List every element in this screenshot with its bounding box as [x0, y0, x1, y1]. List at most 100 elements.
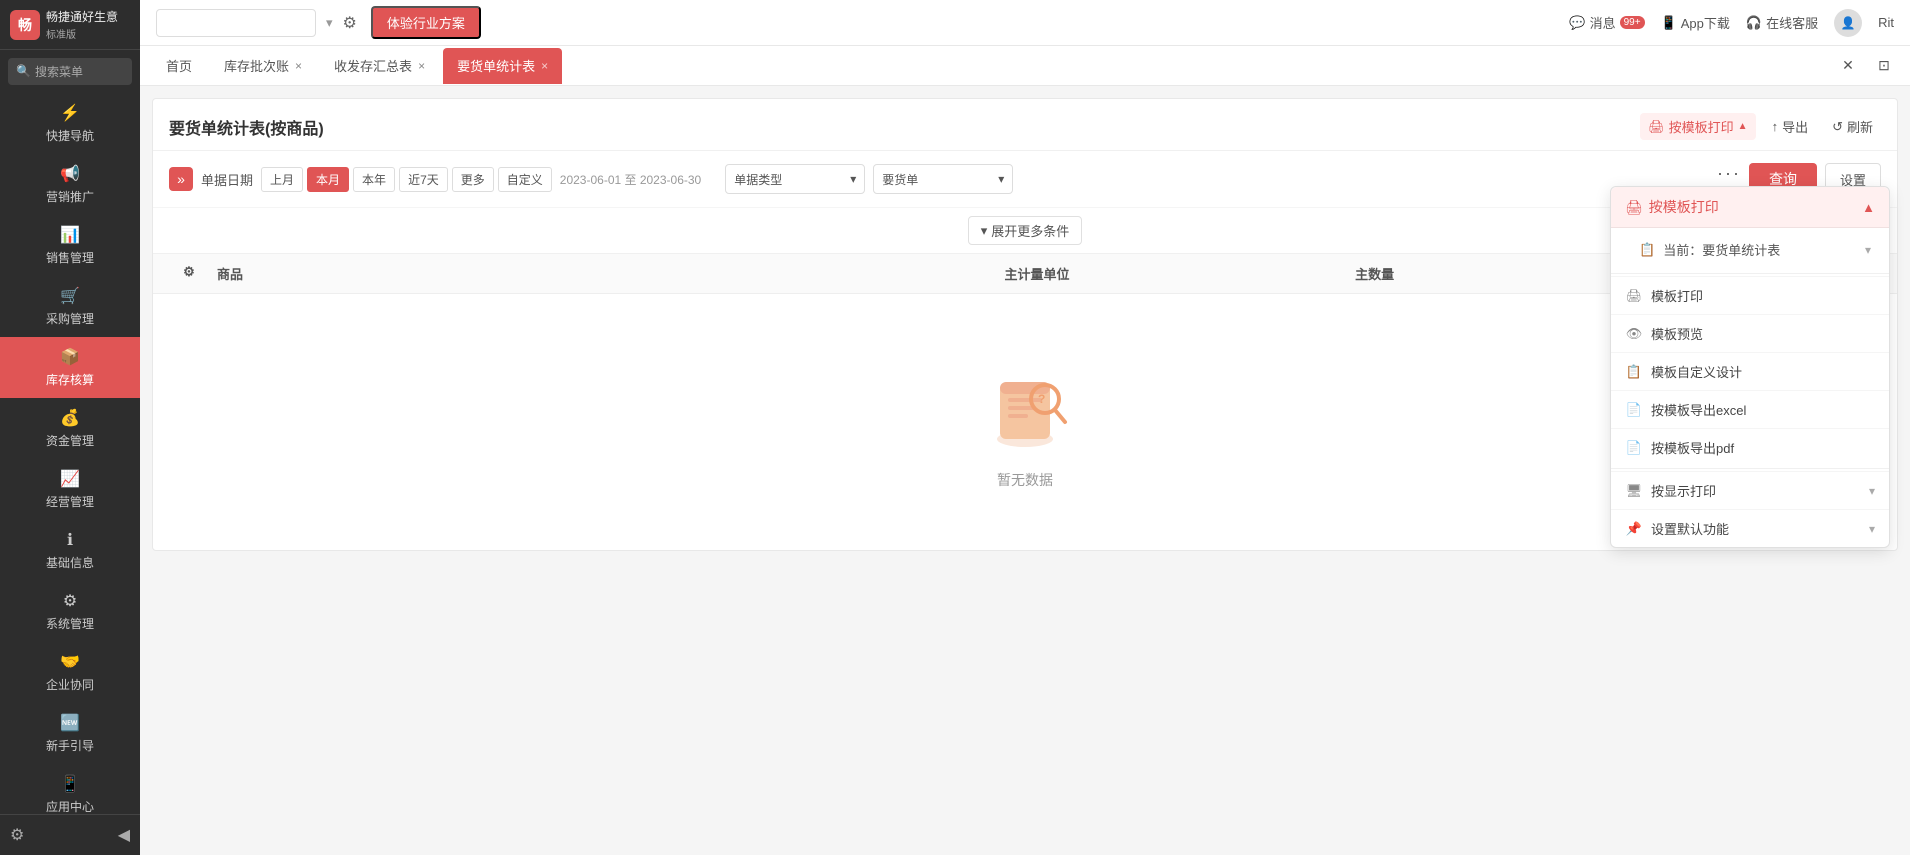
date-btn-this-year[interactable]: 本年	[353, 167, 395, 192]
export-excel-item-label: 按模板导出excel	[1651, 400, 1746, 419]
tab-home-label: 首页	[166, 56, 192, 75]
refresh-icon: ↺	[1832, 119, 1843, 135]
sidebar-item-quick-nav[interactable]: ⚡ 快捷导航	[0, 93, 140, 154]
refresh-btn[interactable]: ↺ 刷新	[1824, 113, 1881, 140]
marketing-icon: 📢	[60, 164, 80, 184]
print-template-btn[interactable]: 🖨 按模板打印 ▲	[1640, 113, 1755, 140]
sidebar-item-cooperation[interactable]: 🤝 企业协同	[0, 642, 140, 703]
empty-illustration: ?	[975, 354, 1075, 454]
sidebar-item-basic[interactable]: ℹ 基础信息	[0, 520, 140, 581]
sidebar-item-purchase[interactable]: 🛒 采购管理	[0, 276, 140, 337]
sidebar-item-finance[interactable]: 💰 资金管理	[0, 398, 140, 459]
search-menu[interactable]: 🔍 搜索菜单	[8, 58, 132, 85]
export-pdf-item[interactable]: 📄 按模板导出pdf	[1611, 428, 1889, 466]
tab-order-stat-label: 要货单统计表	[457, 56, 535, 75]
topbar-chevron-icon[interactable]: ▾	[326, 15, 333, 31]
search-menu-label: 搜索菜单	[35, 63, 83, 80]
trial-industry-btn[interactable]: 体验行业方案	[371, 6, 481, 39]
order-item-chevron-icon: ▾	[998, 172, 1004, 186]
th-quantity: 主数量	[1206, 254, 1544, 293]
date-btn-last-month[interactable]: 上月	[261, 167, 303, 192]
display-print-item-left: 🖥 按显示打印	[1625, 481, 1716, 500]
pdf-icon: 📄	[1625, 440, 1643, 456]
maximize-btn[interactable]: ⊡	[1870, 52, 1898, 80]
custom-design-item[interactable]: 📋 模板自定义设计	[1611, 352, 1889, 390]
sidebar-item-system[interactable]: ⚙ 系统管理	[0, 581, 140, 642]
date-btn-current-month[interactable]: 本月	[307, 167, 349, 192]
main-content: ▾ ⚙ 体验行业方案 💬 消息 99+ 📱 App下载 🎧 在线客服 👤 Rit	[140, 0, 1910, 855]
set-default-chevron: ▾	[1869, 522, 1875, 536]
user-avatar[interactable]: 👤	[1834, 9, 1862, 37]
online-service-btn[interactable]: 🎧 在线客服	[1746, 13, 1818, 32]
tab-order-stat[interactable]: 要货单统计表 ×	[443, 48, 562, 84]
sidebar-item-marketing[interactable]: 📢 营销推广	[0, 154, 140, 215]
tab-receivable-summary-label: 收发存汇总表	[334, 56, 412, 75]
print-dropdown-current-section: 📋 当前：要货单统计表 ▾	[1611, 228, 1889, 271]
print-dropdown-chevron-up: ▲	[1862, 200, 1875, 215]
messages-btn[interactable]: 💬 消息 99+	[1569, 13, 1644, 32]
set-default-item[interactable]: 📌 设置默认功能 ▾	[1611, 509, 1889, 547]
collapse-sidebar-btn[interactable]: ◀	[118, 825, 130, 845]
messages-label: 消息	[1590, 13, 1616, 32]
basic-icon: ℹ	[67, 530, 73, 550]
guide-icon: 🆕	[60, 713, 80, 733]
tab-inventory-batch-close[interactable]: ×	[295, 59, 302, 73]
topbar: ▾ ⚙ 体验行业方案 💬 消息 99+ 📱 App下载 🎧 在线客服 👤 Rit	[140, 0, 1910, 46]
print-header-icon: 🖨	[1625, 199, 1643, 216]
export-excel-item[interactable]: 📄 按模板导出excel	[1611, 390, 1889, 428]
print-dropdown-header[interactable]: 🖨 按模板打印 ▲	[1611, 187, 1889, 228]
display-print-chevron: ▾	[1869, 484, 1875, 498]
filter-expand-btn[interactable]: »	[169, 167, 193, 191]
close-all-tabs-btn[interactable]: ✕	[1834, 52, 1862, 80]
app-download-btn[interactable]: 📱 App下载	[1661, 13, 1730, 32]
sidebar-item-label-operation: 经营管理	[46, 493, 94, 510]
excel-icon: 📄	[1625, 402, 1643, 418]
current-template-chevron: ▾	[1865, 243, 1871, 257]
print-current-template[interactable]: 📋 当前：要货单统计表 ▾	[1611, 232, 1889, 267]
topbar-search-input[interactable]	[156, 9, 316, 37]
tab-home[interactable]: 首页	[152, 48, 206, 84]
sidebar-item-guide[interactable]: 🆕 新手引导	[0, 703, 140, 764]
tab-receivable-summary-close[interactable]: ×	[418, 59, 425, 73]
doc-type-select[interactable]: 单据类型 ▾	[725, 164, 865, 194]
sidebar-item-label-sales: 销售管理	[46, 249, 94, 266]
topbar-right: 💬 消息 99+ 📱 App下载 🎧 在线客服 👤 Rit	[1569, 9, 1894, 37]
expand-more-btn[interactable]: ▾ 展开更多条件	[968, 216, 1083, 245]
date-btn-more[interactable]: 更多	[452, 167, 494, 192]
order-item-select[interactable]: 要货单 ▾	[873, 164, 1013, 194]
th-unit: 主计量单位	[868, 254, 1206, 293]
tab-order-stat-close[interactable]: ×	[541, 59, 548, 73]
set-default-icon: 📌	[1625, 521, 1643, 537]
doc-type-label: 单据类型	[734, 171, 782, 188]
app-name: 畅捷通好生意	[46, 10, 118, 26]
settings-footer-btn[interactable]: ⚙	[10, 825, 24, 845]
date-btn-7days[interactable]: 近7天	[399, 167, 448, 192]
topbar-settings-icon[interactable]: ⚙	[343, 13, 357, 33]
tab-inventory-batch[interactable]: 库存批次账 ×	[210, 48, 316, 84]
preview-template-item[interactable]: 👁 模板预览	[1611, 314, 1889, 352]
sidebar-item-label-guide: 新手引导	[46, 737, 94, 754]
export-btn[interactable]: ↑ 导出	[1764, 113, 1817, 140]
app-logo: 畅 畅捷通好生意 标准版	[0, 0, 140, 50]
sidebar-item-inventory[interactable]: 📦 库存核算	[0, 337, 140, 398]
app-version: 标准版	[46, 26, 118, 41]
page-title: 要货单统计表(按商品)	[169, 115, 324, 139]
logo-text-block: 畅捷通好生意 标准版	[46, 10, 118, 41]
order-item-label: 要货单	[882, 171, 918, 188]
th-settings[interactable]: ⚙	[169, 254, 209, 293]
display-print-item[interactable]: 🖥 按显示打印 ▾	[1611, 471, 1889, 509]
date-btn-custom[interactable]: 自定义	[498, 167, 552, 192]
tabbar-right: ✕ ⊡	[1834, 52, 1898, 80]
divider-2	[1611, 468, 1889, 469]
cooperation-icon: 🤝	[60, 652, 80, 672]
print-template-item[interactable]: 🖨 模板打印	[1611, 276, 1889, 314]
app-download-icon: 📱	[1661, 15, 1677, 31]
date-buttons: 上月 本月 本年 近7天 更多 自定义	[261, 167, 552, 192]
sidebar-item-operation[interactable]: 📈 经营管理	[0, 459, 140, 520]
header-actions: 🖨 按模板打印 ▲ ↑ 导出 ↺ 刷新	[1640, 113, 1881, 140]
sidebar-item-apps[interactable]: 📱 应用中心	[0, 764, 140, 814]
sidebar-item-sales[interactable]: 📊 销售管理	[0, 215, 140, 276]
quick-nav-icon: ⚡	[60, 103, 80, 123]
set-default-item-left: 📌 设置默认功能	[1625, 519, 1729, 538]
tab-receivable-summary[interactable]: 收发存汇总表 ×	[320, 48, 439, 84]
